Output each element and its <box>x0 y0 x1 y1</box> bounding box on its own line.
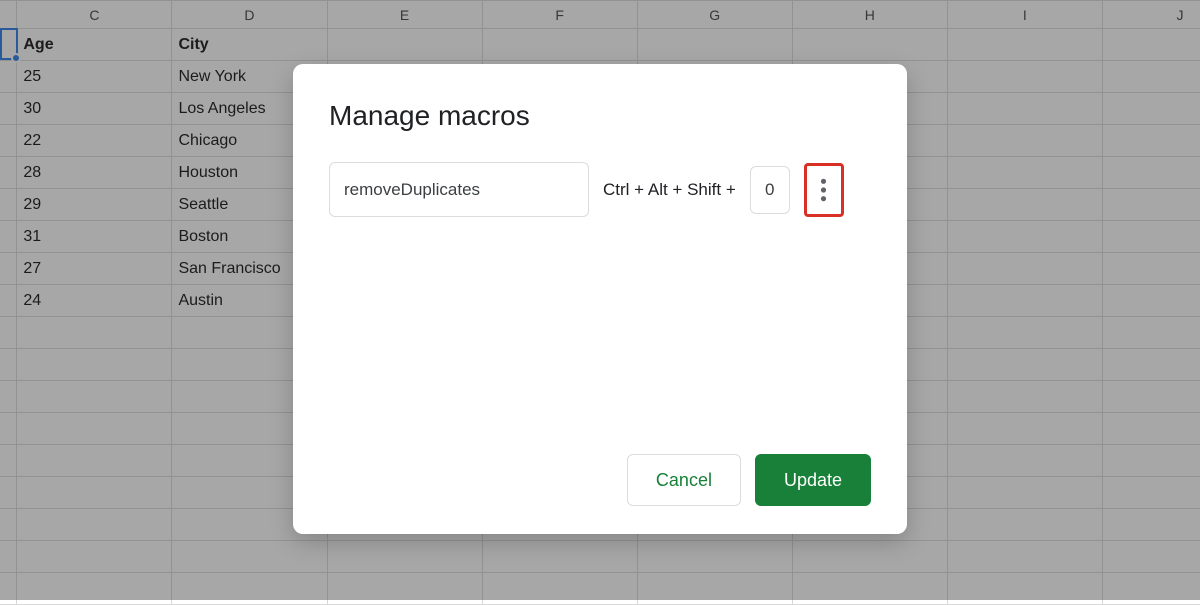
more-vert-icon <box>820 177 827 203</box>
cancel-button[interactable]: Cancel <box>627 454 741 506</box>
shortcut-key-input[interactable] <box>750 166 790 214</box>
macro-row: Ctrl + Alt + Shift + <box>329 162 871 217</box>
update-button[interactable]: Update <box>755 454 871 506</box>
shortcut-prefix-label: Ctrl + Alt + Shift + <box>603 180 736 200</box>
manage-macros-dialog: Manage macros Ctrl + Alt + Shift + Cance… <box>293 64 907 534</box>
macro-name-input[interactable] <box>329 162 589 217</box>
dialog-footer: Cancel Update <box>329 454 871 506</box>
dialog-title: Manage macros <box>329 100 871 132</box>
macro-more-options-button[interactable] <box>804 163 844 217</box>
